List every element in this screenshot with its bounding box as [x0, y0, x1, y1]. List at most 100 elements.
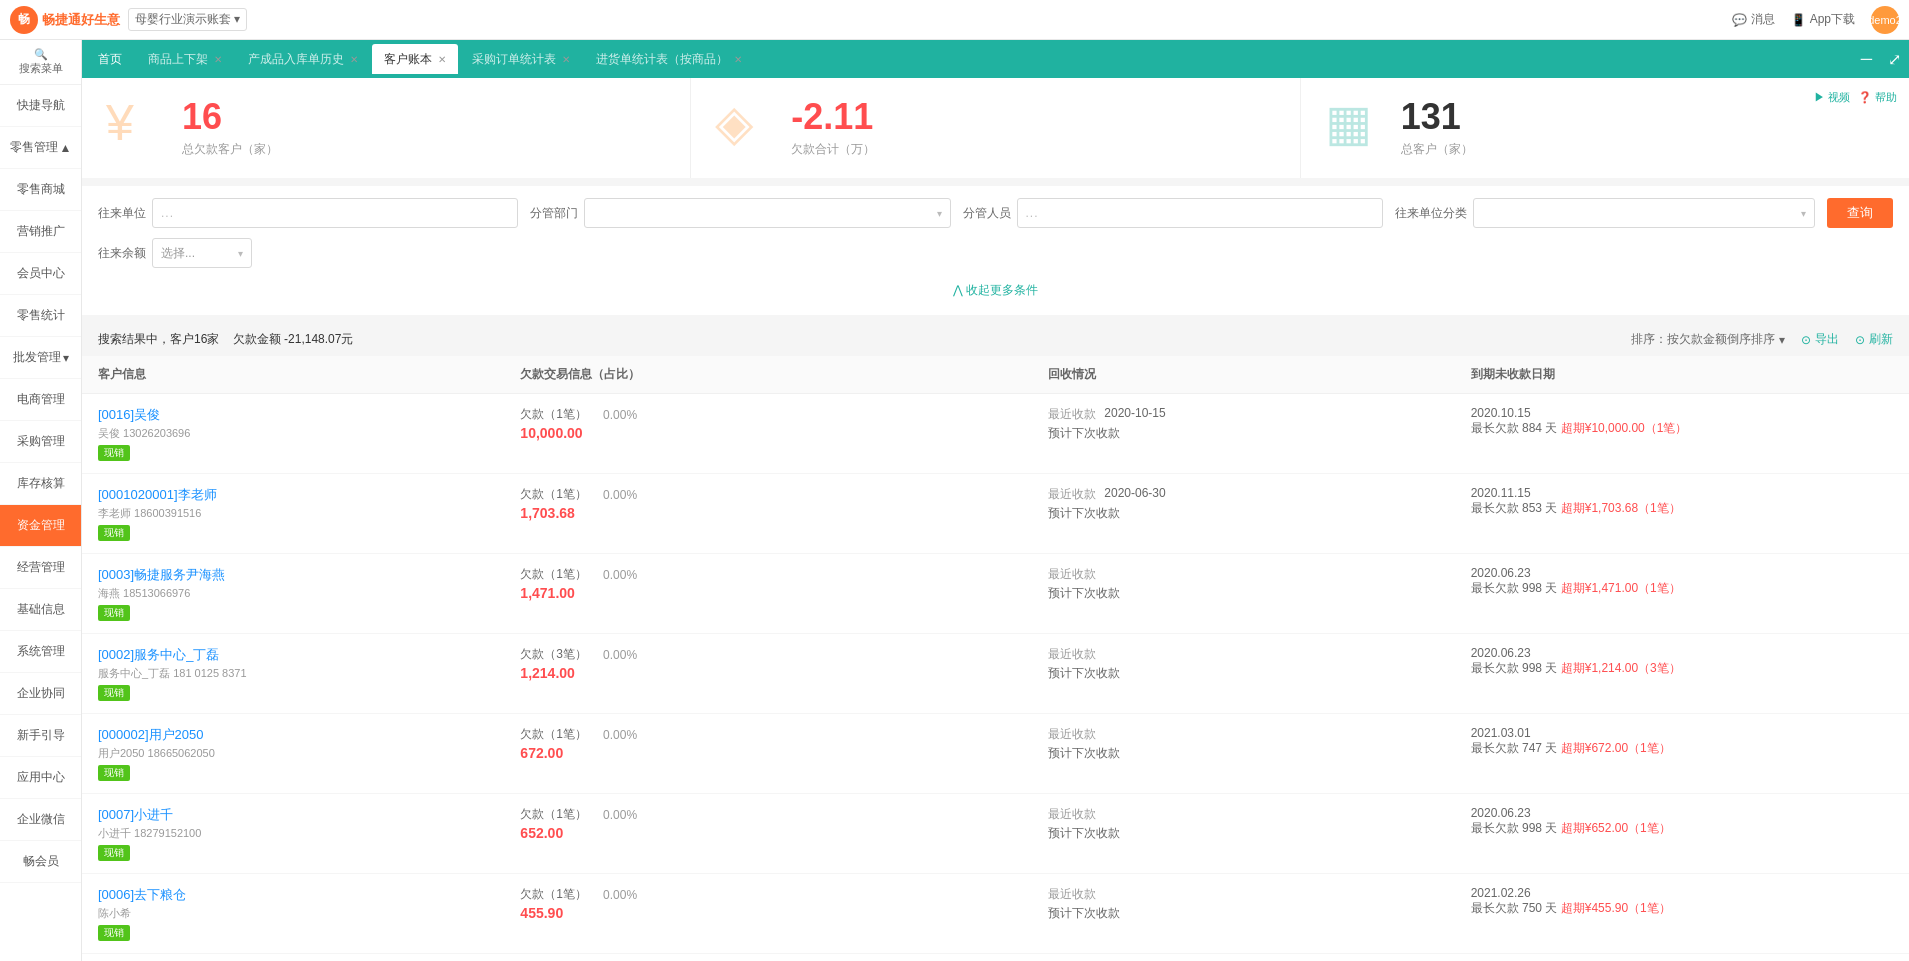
export-btn[interactable]: ⊙ 导出: [1801, 331, 1839, 348]
sidebar-item-member[interactable]: 会员中心: [0, 253, 81, 295]
sidebar-item-retail-mgmt[interactable]: 零售管理 ▲: [0, 127, 81, 169]
overdue-link-1[interactable]: 超期¥1,703.68（1笔）: [1561, 501, 1681, 515]
debt-info-3: 欠款（3笔） 1,214.00 0.00%: [520, 646, 1048, 681]
recovery-info-5: 最近收款 预计下次收款: [1048, 806, 1470, 844]
next-label-1: 预计下次收款: [1048, 505, 1120, 522]
customer-name-0[interactable]: [0016]吴俊: [98, 406, 520, 424]
sidebar-item-base-info[interactable]: 基础信息: [0, 589, 81, 631]
customer-tag-1: 现销: [98, 525, 130, 541]
app-download-btn[interactable]: 📱 App下载: [1791, 11, 1855, 28]
results-bar: 搜索结果中，客户16家 欠款金额 -21,148.07元 排序：按欠款金额倒序排…: [82, 323, 1909, 356]
tab-product-listing[interactable]: 商品上下架 ✕: [136, 44, 234, 74]
customer-tag-4: 现销: [98, 765, 130, 781]
stat-card-amount: ◈ -2.11 欠款合计（万）: [691, 78, 1300, 178]
tab-close-product-listing[interactable]: ✕: [214, 54, 222, 65]
stat-card-total: ▦ 131 总客户（家） ▶ 视频 ❓ 帮助: [1301, 78, 1909, 178]
sidebar-item-vip-member[interactable]: 畅会员: [0, 841, 81, 883]
overdue-link-3[interactable]: 超期¥1,214.00（3笔）: [1561, 661, 1681, 675]
debt-amount-3: 1,214.00: [520, 665, 587, 681]
sidebar-item-quick-nav[interactable]: 快捷导航: [0, 85, 81, 127]
tab-maximize-icon[interactable]: ⤢: [1884, 50, 1905, 69]
table-row: [0007]小进千 小进千 18279152100 现销 欠款（1笔） 652.…: [82, 794, 1909, 874]
customer-info-1: [0001020001]李老师 李老师 18600391516 现销: [98, 486, 520, 541]
customer-name-3[interactable]: [0002]服务中心_丁磊: [98, 646, 520, 664]
user-avatar: demo2: [1871, 6, 1899, 34]
video-btn[interactable]: ▶ 视频: [1814, 90, 1850, 105]
overdue-link-2[interactable]: 超期¥1,471.00（1笔）: [1561, 581, 1681, 595]
customer-name-6[interactable]: [0006]去下粮仓: [98, 886, 520, 904]
stat-value-total: 131: [1401, 99, 1473, 135]
sidebar-item-batch-mgmt[interactable]: 批发管理 ▾: [0, 337, 81, 379]
tab-inbound-stats[interactable]: 进货单统计表（按商品） ✕: [584, 44, 754, 74]
tab-bar: 首页 商品上下架 ✕ 产成品入库单历史 ✕ 客户账本 ✕ 采购订单统计表 ✕: [82, 40, 1909, 78]
debt-title-2: 欠款（1笔）: [520, 566, 587, 583]
debt-title-5: 欠款（1笔）: [520, 806, 587, 823]
sort-selector[interactable]: 排序：按欠款金额倒序排序 ▾: [1631, 331, 1785, 348]
overdue-link-0[interactable]: 超期¥10,000.00（1笔）: [1561, 421, 1688, 435]
filter-dept-label: 分管部门: [530, 205, 578, 222]
sidebar-item-marketing[interactable]: 营销推广: [0, 211, 81, 253]
customer-contact-1: 李老师 18600391516: [98, 506, 520, 521]
sidebar-item-inventory[interactable]: 库存核算: [0, 463, 81, 505]
tab-home[interactable]: 首页: [86, 44, 134, 74]
date-info-4: 2021.03.01 最长欠款 747 天 超期¥672.00（1笔）: [1471, 726, 1893, 757]
refresh-icon: ⊙: [1855, 333, 1865, 347]
overdue-link-6[interactable]: 超期¥455.90（1笔）: [1561, 901, 1671, 915]
stat-card-customers: ¥ 16 总欠款客户（家）: [82, 78, 691, 178]
collapse-btn[interactable]: ⋀ 收起更多条件: [98, 278, 1893, 303]
industry-selector[interactable]: 母婴行业演示账套 ▾: [128, 8, 247, 31]
customer-info-3: [0002]服务中心_丁磊 服务中心_丁磊 181 0125 8371 现销: [98, 646, 520, 701]
customer-name-4[interactable]: [000002]用户2050: [98, 726, 520, 744]
customer-name-2[interactable]: [0003]畅捷服务尹海燕: [98, 566, 520, 584]
tab-minimize-icon[interactable]: ─: [1857, 50, 1876, 69]
debt-info-0: 欠款（1笔） 10,000.00 0.00%: [520, 406, 1048, 441]
results-actions: 排序：按欠款金额倒序排序 ▾ ⊙ 导出 ⊙ 刷新: [1631, 331, 1893, 348]
filter-client-label: 往来单位: [98, 205, 146, 222]
tab-close-inbound-stats[interactable]: ✕: [734, 54, 742, 65]
filter-balance-select[interactable]: 选择... ▾: [152, 238, 252, 268]
sidebar-item-purchase[interactable]: 采购管理: [0, 421, 81, 463]
customer-info-0: [0016]吴俊 吴俊 13026203696 现销: [98, 406, 520, 461]
help-btn[interactable]: ❓ 帮助: [1858, 90, 1897, 105]
sidebar-item-retail-mall[interactable]: 零售商城: [0, 169, 81, 211]
debt-percent-3: 0.00%: [603, 646, 637, 662]
customer-name-1[interactable]: [0001020001]李老师: [98, 486, 520, 504]
person-dots: ...: [1026, 206, 1039, 220]
customer-name-5[interactable]: [0007]小进千: [98, 806, 520, 824]
user-menu[interactable]: demo2: [1871, 6, 1899, 34]
sidebar-item-new-guide[interactable]: 新手引导: [0, 715, 81, 757]
sidebar-item-retail-stats[interactable]: 零售统计: [0, 295, 81, 337]
tab-close-purchase-stats[interactable]: ✕: [562, 54, 570, 65]
tab-customer-account[interactable]: 客户账本 ✕: [372, 44, 458, 74]
customer-contact-2: 海燕 18513066976: [98, 586, 520, 601]
tab-close-production-history[interactable]: ✕: [350, 54, 358, 65]
tab-bar-actions: ─ ⤢: [1857, 50, 1905, 69]
tab-production-history[interactable]: 产成品入库单历史 ✕: [236, 44, 370, 74]
table-row: [000002]用户2050 用户2050 18665062050 现销 欠款（…: [82, 714, 1909, 794]
stat-label-total: 总客户（家）: [1401, 141, 1473, 158]
sidebar-item-corp-collab[interactable]: 企业协同: [0, 673, 81, 715]
filter-category-input[interactable]: ▾: [1473, 198, 1815, 228]
overdue-link-5[interactable]: 超期¥652.00（1笔）: [1561, 821, 1671, 835]
query-button[interactable]: 查询: [1827, 198, 1893, 228]
sidebar-item-operations[interactable]: 经营管理: [0, 547, 81, 589]
sidebar-item-ecommerce[interactable]: 电商管理: [0, 379, 81, 421]
date-info-6: 2021.02.26 最长欠款 750 天 超期¥455.90（1笔）: [1471, 886, 1893, 917]
refresh-btn[interactable]: ⊙ 刷新: [1855, 331, 1893, 348]
message-icon: 💬: [1732, 13, 1747, 27]
sidebar-search[interactable]: 🔍 搜索菜单: [0, 40, 81, 85]
tab-purchase-stats[interactable]: 采购订单统计表 ✕: [460, 44, 582, 74]
filter-person-input[interactable]: ...: [1017, 198, 1383, 228]
message-btn[interactable]: 💬 消息: [1732, 11, 1775, 28]
filter-client-input[interactable]: ...: [152, 198, 518, 228]
sidebar-item-corp-wechat[interactable]: 企业微信: [0, 799, 81, 841]
overdue-link-4[interactable]: 超期¥672.00（1笔）: [1561, 741, 1671, 755]
sidebar-item-finance[interactable]: 资金管理: [0, 505, 81, 547]
tab-close-customer-account[interactable]: ✕: [438, 54, 446, 65]
sidebar-item-app-center[interactable]: 应用中心: [0, 757, 81, 799]
filter-dept-input[interactable]: ▾: [584, 198, 950, 228]
sidebar-item-system[interactable]: 系统管理: [0, 631, 81, 673]
next-label-6: 预计下次收款: [1048, 905, 1120, 922]
yuan-icon: ¥: [106, 98, 166, 158]
customer-tag-2: 现销: [98, 605, 130, 621]
